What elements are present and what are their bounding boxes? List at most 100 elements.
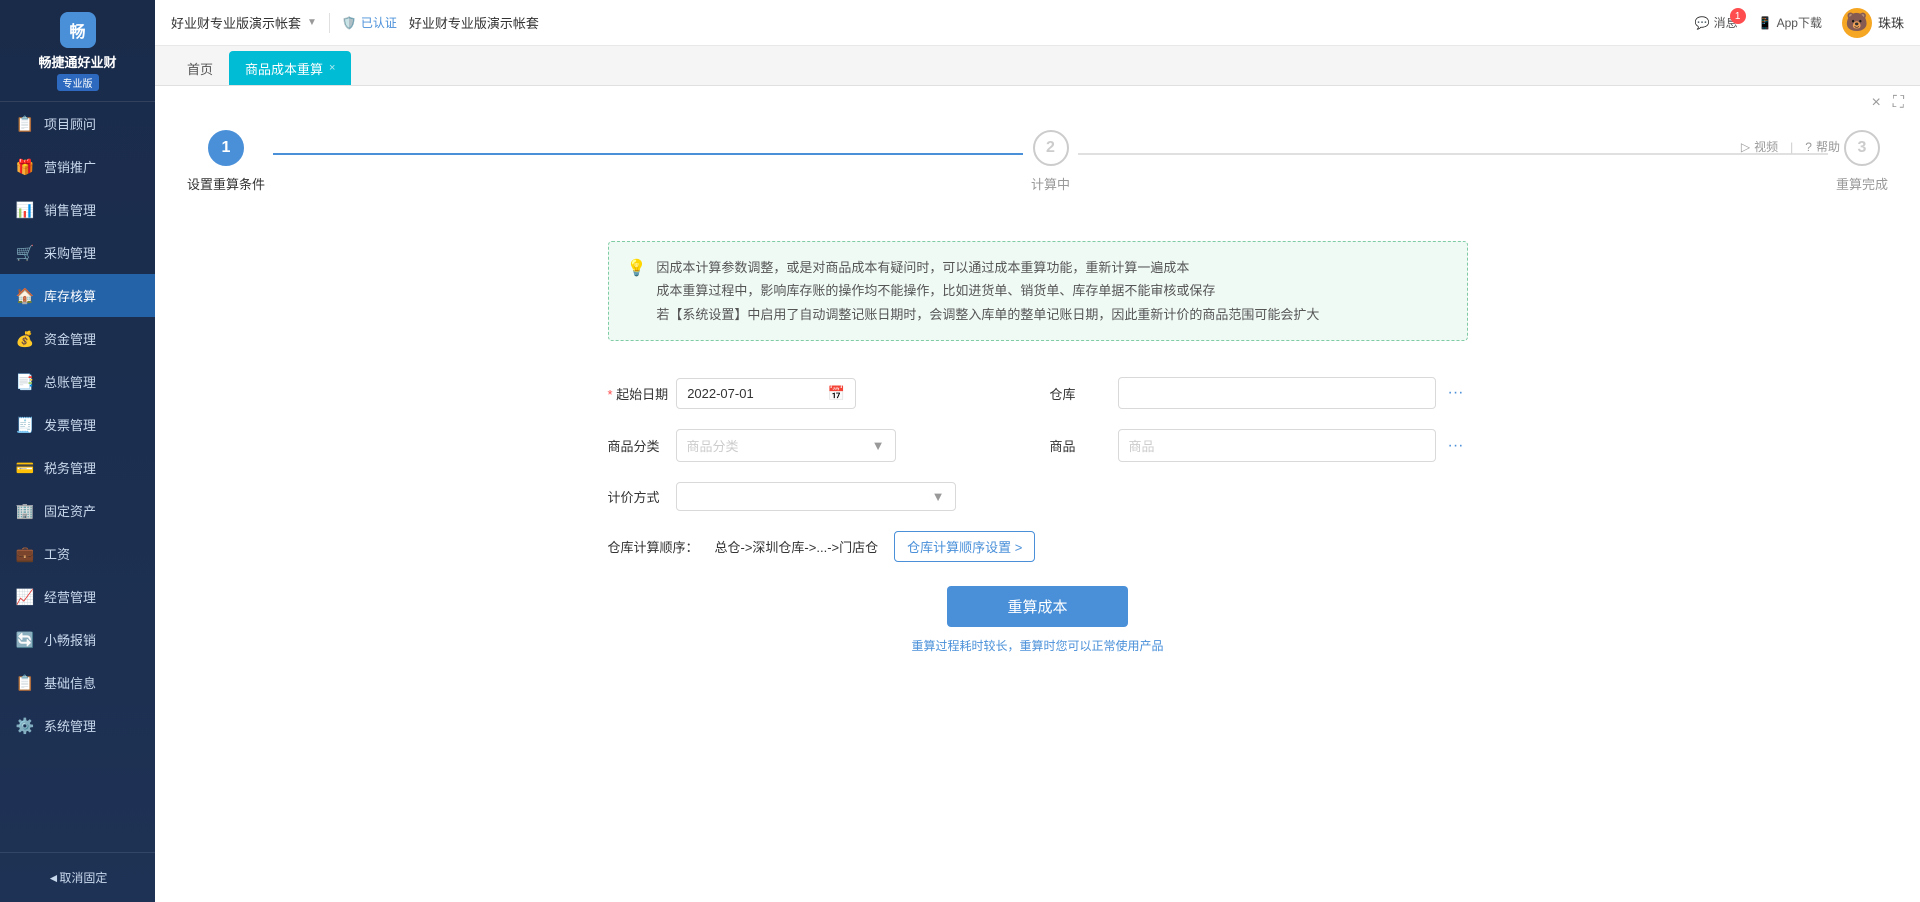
category-group: 商品分类 商品分类 ▼ [608, 429, 1026, 462]
warehouse-order-value: 总仓->深圳仓库->...->门店仓 [715, 537, 879, 556]
shield-icon: 🛡️ [342, 16, 357, 30]
message-button[interactable]: 💬 消息 1 [1695, 14, 1738, 31]
sidebar-item-basic[interactable]: 📋 基础信息 [0, 661, 155, 704]
logo-icon: 畅 [60, 12, 96, 48]
sidebar-item-tax[interactable]: 💳 税务管理 [0, 446, 155, 489]
form-area: 起始日期 2022-07-01 📅 仓库 ··· 商品分类 商 [608, 369, 1468, 662]
step-1-circle: 1 [208, 130, 244, 166]
inventory-icon: 🏠 [16, 287, 34, 305]
tab-bar: 首页 商品成本重算 × [155, 46, 1920, 86]
invoice-icon: 🧾 [16, 416, 34, 434]
verified-badge: 🛡️ 已认证 [342, 14, 397, 31]
warehouse-order-row: 仓库计算顺序： 总仓->深圳仓库->...->门店仓 仓库计算顺序设置 > [608, 531, 1468, 562]
sidebar-item-label: 经营管理 [44, 587, 96, 606]
sidebar-item-expense[interactable]: 🔄 小畅报销 [0, 618, 155, 661]
sidebar-item-accounting[interactable]: 📑 总账管理 [0, 360, 155, 403]
finance-icon: 💰 [16, 330, 34, 348]
warning-icon: 💡 [627, 258, 647, 326]
edition-badge: 专业版 [57, 74, 99, 91]
sidebar-item-purchase[interactable]: 🛒 采购管理 [0, 231, 155, 274]
account-title: 好业财专业版演示帐套 [409, 13, 539, 32]
step-3: 3 重算完成 [1836, 130, 1888, 193]
step-2-label: 计算中 [1031, 174, 1070, 193]
goods-input[interactable]: 商品 [1118, 429, 1436, 462]
warehouse-more-icon[interactable]: ··· [1444, 380, 1468, 406]
payroll-icon: 💼 [16, 545, 34, 563]
warehouse-input[interactable] [1118, 377, 1436, 409]
account-name: 好业财专业版演示帐套 [171, 13, 301, 32]
cancel-pin-button[interactable]: ◄取消固定 [0, 861, 155, 894]
header: 好业财专业版演示帐套 ▼ 🛡️ 已认证 好业财专业版演示帐套 💬 消息 1 📱 … [155, 0, 1920, 46]
sidebar-item-label: 总账管理 [44, 372, 96, 391]
submit-area: 重算成本 重算过程耗时较长，重算时您可以正常使用产品 [608, 586, 1468, 654]
calendar-icon: 📅 [828, 385, 845, 402]
info-text: 因成本计算参数调整，或是对商品成本有疑问时，可以通过成本重算功能，重新计算一遍成… [656, 256, 1319, 326]
step-line-1 [273, 153, 1023, 155]
tab-home[interactable]: 首页 [171, 51, 229, 85]
category-select[interactable]: 商品分类 ▼ [676, 429, 896, 462]
sidebar-item-label: 系统管理 [44, 716, 96, 735]
tab-close-icon[interactable]: × [329, 62, 335, 74]
sidebar-item-marketing[interactable]: 🎁 营销推广 [0, 145, 155, 188]
sidebar-item-sales[interactable]: 📊 销售管理 [0, 188, 155, 231]
sales-icon: 📊 [16, 201, 34, 219]
form-row-3: 计价方式 ▼ [608, 482, 1468, 511]
marketing-icon: 🎁 [16, 158, 34, 176]
goods-more-icon[interactable]: ··· [1444, 433, 1468, 459]
warehouse-label: 仓库 [1050, 384, 1110, 403]
step-1-label: 设置重算条件 [187, 174, 265, 193]
account-selector[interactable]: 好业财专业版演示帐套 ▼ [171, 13, 317, 32]
sidebar-item-assets[interactable]: 🏢 固定资产 [0, 489, 155, 532]
project-icon: 📋 [16, 115, 34, 133]
submit-hint: 重算过程耗时较长，重算时您可以正常使用产品 [911, 637, 1163, 654]
warehouse-order-btn[interactable]: 仓库计算顺序设置 > [894, 531, 1035, 562]
content-area: × ⛶ ▷ 视频 | ? 帮助 1 设置重算条件 [155, 86, 1920, 902]
question-icon: ? [1805, 140, 1812, 154]
pricing-select[interactable]: ▼ [676, 482, 956, 511]
expense-icon: 🔄 [16, 631, 34, 649]
sidebar-item-inventory[interactable]: 🏠 库存核算 [0, 274, 155, 317]
basic-icon: 📋 [16, 674, 34, 692]
sidebar-item-label: 小畅报销 [44, 630, 96, 649]
step-2-circle: 2 [1033, 130, 1069, 166]
sidebar-item-label: 营销推广 [44, 157, 96, 176]
account-dropdown-icon: ▼ [307, 17, 317, 28]
tax-icon: 💳 [16, 459, 34, 477]
start-date-input[interactable]: 2022-07-01 📅 [676, 378, 856, 409]
step-2: 2 计算中 [1031, 130, 1070, 193]
category-placeholder: 商品分类 [687, 436, 739, 455]
sidebar-item-operation[interactable]: 📈 经营管理 [0, 575, 155, 618]
help-link[interactable]: ? 帮助 [1805, 138, 1840, 155]
pricing-label: 计价方式 [608, 487, 668, 506]
category-label: 商品分类 [608, 436, 668, 455]
user-name: 珠珠 [1878, 13, 1904, 32]
play-icon: ▷ [1741, 140, 1750, 154]
sidebar-item-label: 工资 [44, 544, 70, 563]
pricing-group: 计价方式 ▼ [608, 482, 1026, 511]
video-link[interactable]: ▷ 视频 [1741, 138, 1778, 155]
sidebar-item-payroll[interactable]: 💼 工资 [0, 532, 155, 575]
form-row-1: 起始日期 2022-07-01 📅 仓库 ··· [608, 377, 1468, 409]
header-right: 💬 消息 1 📱 App下载 🐻 珠珠 [1695, 8, 1904, 38]
sidebar-item-label: 库存核算 [44, 286, 96, 305]
sidebar-item-label: 发票管理 [44, 415, 96, 434]
start-date-label: 起始日期 [608, 384, 669, 403]
sidebar-item-label: 采购管理 [44, 243, 96, 262]
tab-cost-recalc[interactable]: 商品成本重算 × [229, 51, 351, 85]
message-icon: 💬 [1695, 16, 1710, 30]
sidebar-item-finance[interactable]: 💰 资金管理 [0, 317, 155, 360]
step-3-label: 重算完成 [1836, 174, 1888, 193]
sidebar-item-label: 固定资产 [44, 501, 96, 520]
system-icon: ⚙️ [16, 717, 34, 735]
sidebar-item-system[interactable]: ⚙️ 系统管理 [0, 704, 155, 747]
sidebar-item-invoice[interactable]: 🧾 发票管理 [0, 403, 155, 446]
message-badge: 1 [1730, 8, 1746, 24]
sidebar-item-project[interactable]: 📋 项目顾问 [0, 102, 155, 145]
step-3-circle: 3 [1844, 130, 1880, 166]
app-download-button[interactable]: 📱 App下载 [1758, 14, 1822, 31]
sidebar-item-label: 资金管理 [44, 329, 96, 348]
recalc-button[interactable]: 重算成本 [947, 586, 1127, 627]
user-menu[interactable]: 🐻 珠珠 [1842, 8, 1904, 38]
expand-button[interactable]: ⛶ [1893, 94, 1904, 112]
goods-placeholder: 商品 [1129, 436, 1155, 455]
